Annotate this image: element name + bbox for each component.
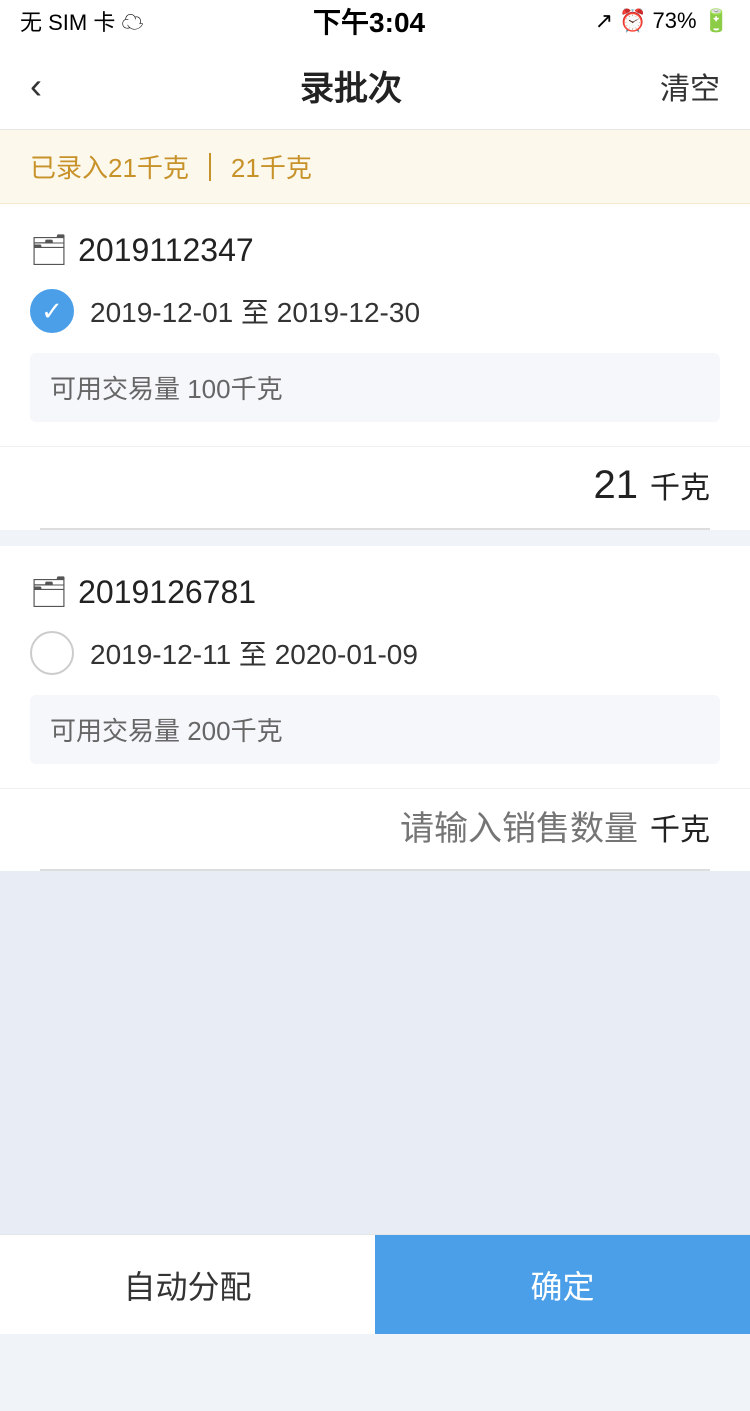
bottom-bar: 自动分配 确定 [0,1234,750,1334]
status-bar: 无 SIM 卡 ☁ 下午3:04 ↗ ⏰ 73% 🔋 [0,0,750,42]
battery-label: 73% [653,8,697,34]
recorded-value: 21千克 [231,148,312,185]
batch-date-row-1: 2019-12-01 至 2019-12-30 [0,279,750,343]
batch-date-row-2: 2019-12-11 至 2020-01-09 [0,621,750,685]
batch-date-1: 2019-12-01 至 2019-12-30 [90,291,420,331]
page-title: 录批次 [300,61,402,110]
batch-id-1: 2019112347 [78,232,254,269]
status-time: 下午3:04 [313,1,425,41]
section-separator [0,530,750,546]
back-button[interactable]: ‹ [30,65,42,107]
radio-btn-1[interactable] [30,289,74,333]
batch-qty-label-1: 可用交易量 100千克 [50,374,283,404]
alarm-icon: ⏰ [619,8,646,34]
batch-qty-label-2: 可用交易量 200千克 [50,716,283,746]
batch-card-2: 🗂 2019126781 2019-12-11 至 2020-01-09 可用交… [0,546,750,871]
batch-header-2: 🗂 2019126781 [0,546,750,621]
amount-input-1[interactable] [518,463,638,508]
clear-button[interactable]: 清空 [660,64,720,108]
status-left: 无 SIM 卡 ☁ [20,5,143,37]
batch-header-1: 🗂 2019112347 [0,204,750,279]
confirm-button[interactable]: 确定 [375,1235,750,1334]
nav-bar: ‹ 录批次 清空 [0,42,750,130]
batch-qty-row-2: 可用交易量 200千克 [30,695,720,764]
radio-btn-2[interactable] [30,631,74,675]
amount-row-1: 千克 [0,446,750,528]
input-row-2: 千克 [0,788,750,869]
info-bar: 已录入21千克 21千克 [0,130,750,204]
batch-card-1: 🗂 2019112347 2019-12-01 至 2019-12-30 可用交… [0,204,750,530]
auto-distribute-button[interactable]: 自动分配 [0,1235,375,1334]
qty-input-2[interactable] [358,810,638,849]
amount-unit-1: 千克 [650,463,710,507]
location-icon: ↗ [595,8,613,34]
batch-date-2: 2019-12-11 至 2020-01-09 [90,633,418,673]
status-right: ↗ ⏰ 73% 🔋 [595,8,730,34]
battery-icon: 🔋 [703,8,730,34]
input-unit-2: 千克 [650,805,710,849]
batch-qty-row-1: 可用交易量 100千克 [30,353,720,422]
recorded-label: 已录入21千克 [30,148,189,185]
batch-id-icon-2: 🗂 [30,575,68,610]
batch-id-2: 2019126781 [78,574,256,611]
sim-label: 无 SIM 卡 ☁ [20,5,143,37]
info-divider [209,153,211,181]
batch-id-icon-1: 🗂 [30,233,68,268]
